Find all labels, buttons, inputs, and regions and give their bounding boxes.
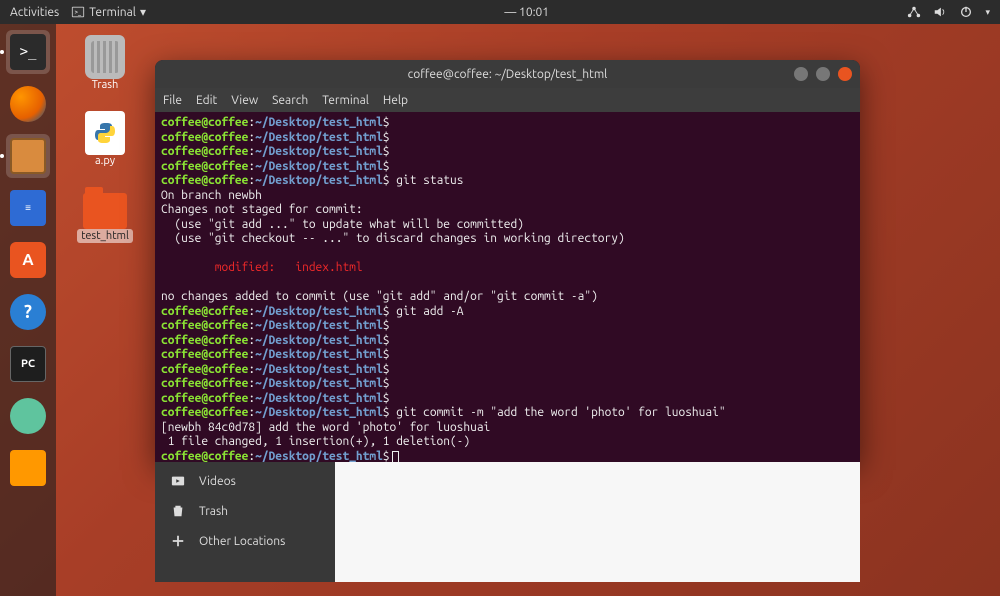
clock[interactable]: — 10:01 xyxy=(146,6,908,19)
desktop-icon-label: Trash xyxy=(92,79,119,91)
dock-files[interactable] xyxy=(6,134,50,178)
terminal-icon: >_ xyxy=(10,34,46,70)
places-videos[interactable]: Videos xyxy=(155,466,335,496)
trash-icon xyxy=(171,504,185,518)
places-label: Other Locations xyxy=(199,535,285,548)
dock-pycharm[interactable]: PC xyxy=(6,342,50,386)
dock-help[interactable]: ? xyxy=(6,290,50,334)
menu-view[interactable]: View xyxy=(231,94,258,107)
power-icon[interactable] xyxy=(959,5,973,19)
app-menu-label: Terminal xyxy=(89,6,136,19)
videos-icon xyxy=(171,474,185,488)
volume-icon[interactable] xyxy=(933,5,947,19)
desktop-py-file[interactable]: a.py xyxy=(70,111,140,167)
desktop-icon-label: test_html xyxy=(77,229,133,243)
menu-edit[interactable]: Edit xyxy=(196,94,217,107)
terminal-output[interactable]: coffee@coffee:~/Desktop/test_html$ coffe… xyxy=(155,112,860,462)
folder-icon xyxy=(83,193,127,229)
help-icon: ? xyxy=(10,294,46,330)
terminal-icon: >_ xyxy=(71,5,85,19)
desktop-trash[interactable]: Trash xyxy=(70,35,140,91)
places-trash[interactable]: Trash xyxy=(155,496,335,526)
files-icon xyxy=(10,138,46,174)
dock-terminal[interactable]: >_ xyxy=(6,30,50,74)
desktop-folder[interactable]: test_html xyxy=(70,187,140,243)
places-label: Videos xyxy=(199,475,236,488)
svg-text:>_: >_ xyxy=(75,9,82,16)
dock-sublime[interactable] xyxy=(6,446,50,490)
network-icon[interactable] xyxy=(907,5,921,19)
titlebar[interactable]: coffee@coffee: ~/Desktop/test_html xyxy=(155,60,860,88)
dock-software[interactable] xyxy=(6,238,50,282)
dock-atom[interactable] xyxy=(6,394,50,438)
places-label: Trash xyxy=(199,505,228,518)
terminal-window: coffee@coffee: ~/Desktop/test_html File … xyxy=(155,60,860,462)
maximize-button[interactable] xyxy=(816,67,830,81)
places-sidebar: Videos Trash Other Locations xyxy=(155,462,335,582)
places-other-locations[interactable]: Other Locations xyxy=(155,526,335,556)
trash-icon xyxy=(85,35,125,79)
files-content-panel[interactable] xyxy=(335,462,860,582)
python-file-icon xyxy=(85,111,125,155)
menu-search[interactable]: Search xyxy=(272,94,308,107)
plus-icon xyxy=(171,534,185,548)
pycharm-icon: PC xyxy=(10,346,46,382)
firefox-icon xyxy=(10,86,46,122)
activities-button[interactable]: Activities xyxy=(10,6,59,19)
menu-help[interactable]: Help xyxy=(383,94,408,107)
close-button[interactable] xyxy=(838,67,852,81)
dock: >_ ≡ ? PC xyxy=(0,24,56,596)
software-icon xyxy=(10,242,46,278)
dock-firefox[interactable] xyxy=(6,82,50,126)
top-panel: Activities >_ Terminal ▾ — 10:01 ▾ xyxy=(0,0,1000,24)
chevron-down-icon[interactable]: ▾ xyxy=(985,7,990,18)
menubar: File Edit View Search Terminal Help xyxy=(155,88,860,112)
menu-terminal[interactable]: Terminal xyxy=(322,94,369,107)
dock-writer[interactable]: ≡ xyxy=(6,186,50,230)
app-menu[interactable]: >_ Terminal ▾ xyxy=(71,5,146,19)
atom-icon xyxy=(10,398,46,434)
writer-icon: ≡ xyxy=(10,190,46,226)
desktop-icon-label: a.py xyxy=(95,155,115,167)
menu-file[interactable]: File xyxy=(163,94,182,107)
desktop-icons: Trash a.py test_html xyxy=(70,35,140,243)
window-title: coffee@coffee: ~/Desktop/test_html xyxy=(163,68,852,81)
sublime-icon xyxy=(10,450,46,486)
minimize-button[interactable] xyxy=(794,67,808,81)
